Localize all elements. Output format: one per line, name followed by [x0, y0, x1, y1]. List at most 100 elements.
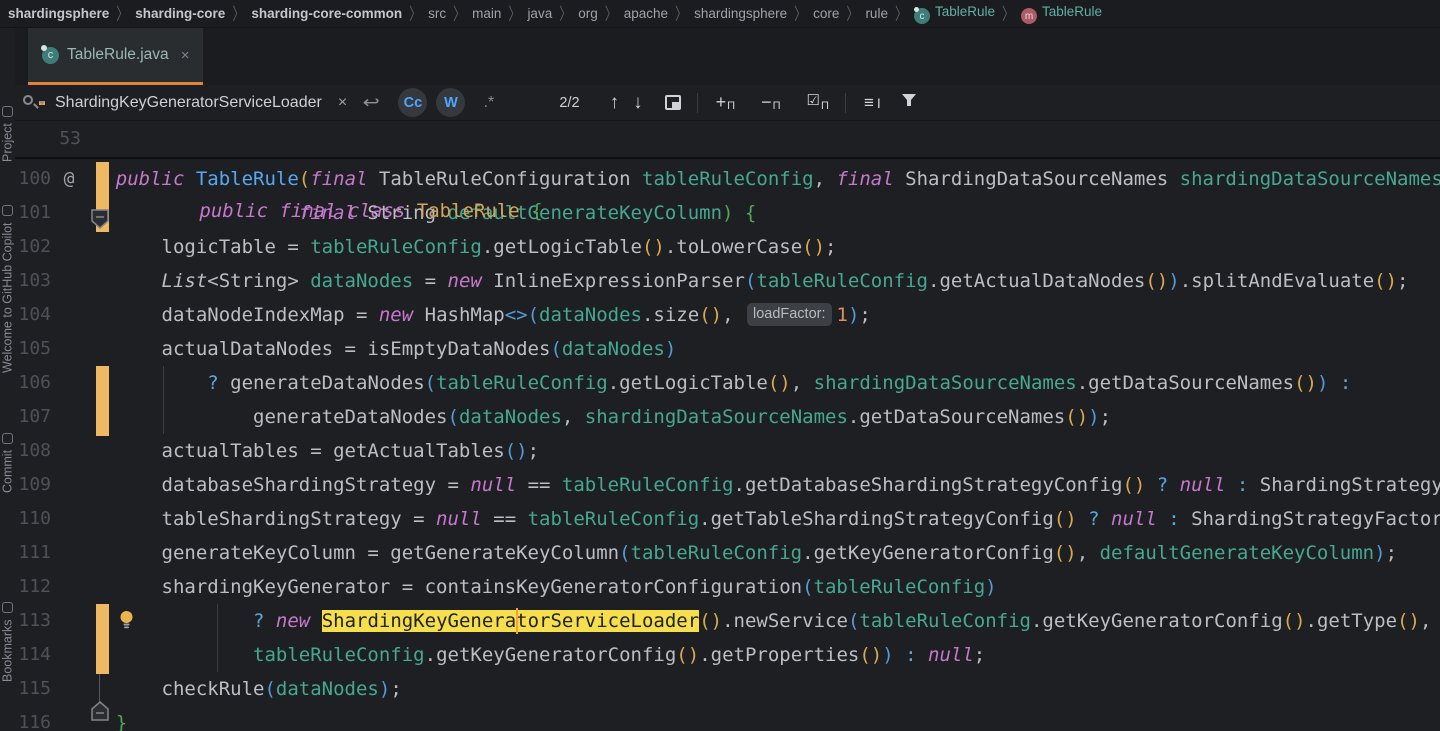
- open-in-find-window-icon[interactable]: [664, 95, 681, 110]
- breadcrumb-item[interactable]: src: [428, 5, 446, 23]
- fold-marker-up[interactable]: [89, 700, 111, 727]
- breadcrumb-item[interactable]: c TableRule: [913, 3, 995, 25]
- code-line-113[interactable]: 113 ? new ShardingKeyGeneratorServiceLoa…: [0, 604, 1440, 638]
- divider: [844, 92, 846, 113]
- breadcrumb-item[interactable]: sharding-core-common: [251, 5, 402, 23]
- regex-toggle[interactable]: .*: [474, 88, 503, 117]
- tool-window-strip: Project Welcome to GitHub Copilot Commit Bo…: [0, 28, 15, 731]
- breadcrumb-item[interactable]: apache: [624, 5, 668, 23]
- close-icon[interactable]: ×: [181, 47, 190, 64]
- tool-window-icon: [2, 205, 13, 217]
- tool-window-icon: [2, 106, 13, 118]
- select-all-occurrences-icon[interactable]: ☑ Π: [807, 93, 829, 112]
- code-line-112[interactable]: 112 shardingKeyGenerator = containsKeyGe…: [0, 570, 1440, 604]
- search-field-options-icon[interactable]: ≡ I: [864, 93, 881, 113]
- code-line-100[interactable]: 100 @ public TableRule(final TableRuleCon…: [0, 162, 1440, 196]
- filter-icon[interactable]: [901, 93, 917, 112]
- clear-search-icon[interactable]: ×: [338, 94, 347, 112]
- code-editor[interactable]: 100 @ public TableRule(final TableRuleCon…: [0, 159, 1440, 731]
- tab-tablerule-java[interactable]: c TableRule.java ×: [28, 28, 204, 85]
- tool-window-button-welcome-to-github-copilot[interactable]: Welcome to GitHub Copilot: [0, 203, 15, 373]
- code-text: tableShardingStrategy = null == tableRul…: [70, 508, 1440, 530]
- breadcrumb-separator: 〉: [1002, 4, 1015, 24]
- match-case-toggle[interactable]: Cc: [398, 88, 428, 117]
- sticky-code-text: public final class TableRule {: [199, 200, 543, 222]
- newline-icon[interactable]: ↩: [363, 93, 380, 113]
- code-line-114[interactable]: 114 tableRuleConfig.getKeyGeneratorConfi…: [0, 638, 1440, 672]
- code-line-109[interactable]: 109 databaseShardingStrategy = null == t…: [0, 468, 1440, 502]
- code-text: checkRule(dataNodes);: [70, 678, 402, 700]
- breadcrumb-item[interactable]: shardingsphere: [694, 5, 787, 23]
- search-input[interactable]: ShardingKeyGeneratorServiceLoader: [55, 94, 322, 112]
- next-occurrence-icon[interactable]: ↓: [633, 92, 643, 114]
- breadcrumb-item[interactable]: java: [527, 5, 552, 23]
- tool-window-button-commit[interactable]: Commit: [0, 398, 15, 493]
- code-line-116[interactable]: 116 }: [0, 706, 1440, 731]
- remove-occurrence-icon[interactable]: − Π: [761, 93, 780, 112]
- intention-lightbulb-icon[interactable]: [118, 610, 135, 634]
- breadcrumb-item[interactable]: sharding-core: [135, 5, 225, 23]
- tool-window-button-structure[interactable]: Structure: [0, 708, 15, 731]
- breadcrumb-separator: 〉: [508, 4, 521, 24]
- breadcrumb-separator: 〉: [409, 4, 422, 24]
- breadcrumb-separator: 〉: [894, 4, 907, 24]
- vcs-change-marker[interactable]: [96, 604, 109, 674]
- code-line-110[interactable]: 110 tableShardingStrategy = null == tabl…: [0, 502, 1440, 536]
- tool-window-icon: [2, 432, 13, 444]
- breadcrumb: shardingsphere 〉 sharding-core 〉 sharding-co…: [0, 0, 1440, 28]
- sticky-header-line[interactable]: 53 public final class TableRule {: [15, 121, 1440, 222]
- code-text: public TableRule(final TableRuleConfigur…: [115, 168, 1440, 190]
- class-icon: c: [41, 44, 59, 64]
- words-toggle[interactable]: W: [436, 88, 466, 117]
- tool-window-icon: [2, 602, 13, 614]
- breadcrumb-item[interactable]: m TableRule: [1021, 3, 1102, 25]
- divider: [696, 92, 698, 113]
- breadcrumb-item[interactable]: core: [813, 5, 839, 23]
- code-text: tableRuleConfig.getKeyGeneratorConfig().…: [253, 644, 986, 666]
- text-caret: [515, 608, 518, 634]
- indent-guide: [163, 366, 164, 434]
- breadcrumb-separator: 〉: [846, 4, 859, 24]
- breadcrumb-separator: 〉: [116, 4, 129, 24]
- fold-guide-line: [99, 672, 100, 702]
- code-text: List<String> dataNodes = new InlineExpre…: [161, 270, 1409, 292]
- code-text: generateKeyColumn = getGenerateKeyColumn…: [70, 542, 1398, 564]
- breadcrumb-item[interactable]: main: [472, 5, 501, 23]
- code-line-105[interactable]: 105 actualDataNodes = isEmptyDataNodes(d…: [0, 332, 1440, 366]
- code-text: ? generateDataNodes(tableRuleConfig.getL…: [207, 372, 1352, 394]
- code-text: generateDataNodes(dataNodes, shardingDat…: [70, 406, 1112, 428]
- tab-title: TableRule.java: [67, 46, 169, 63]
- breadcrumb-item[interactable]: shardingsphere: [8, 5, 109, 23]
- code-text: actualTables = getActualTables();: [70, 440, 540, 462]
- vcs-change-marker[interactable]: [96, 366, 109, 436]
- code-line-107[interactable]: 107 generateDataNodes(dataNodes, shardin…: [0, 400, 1440, 434]
- tool-window-button-bookmarks[interactable]: Bookmarks: [0, 560, 15, 682]
- indent-guide: [217, 604, 218, 672]
- breadcrumb-separator: 〉: [453, 4, 466, 24]
- breadcrumb-separator: 〉: [232, 4, 245, 24]
- breadcrumb-separator: 〉: [559, 4, 572, 24]
- method-icon: m: [1021, 8, 1038, 25]
- code-line-104[interactable]: 104 dataNodeIndexMap = new HashMap<>(dat…: [0, 298, 1440, 332]
- code-text: logicTable = tableRuleConfig.getLogicTab…: [70, 236, 837, 258]
- code-text: databaseShardingStrategy = null == table…: [70, 474, 1440, 496]
- breadcrumb-separator: 〉: [675, 4, 688, 24]
- previous-occurrence-icon[interactable]: ↑: [610, 92, 620, 114]
- code-line-106[interactable]: 106 ? generateDataNodes(tableRuleConfig.…: [0, 366, 1440, 400]
- editor-tab-bar: c TableRule.java ×: [15, 28, 1440, 85]
- breadcrumb-separator: 〉: [604, 4, 617, 24]
- code-line-108[interactable]: 108 actualTables = getActualTables();: [0, 434, 1440, 468]
- code-text: ? new ShardingKeyGeneratorServiceLoader(…: [253, 610, 1432, 632]
- code-line-103[interactable]: 103 List<String> dataNodes = new InlineE…: [0, 264, 1440, 298]
- breadcrumb-item[interactable]: rule: [865, 5, 888, 23]
- code-line-111[interactable]: 111 generateKeyColumn = getGenerateKeyCo…: [0, 536, 1440, 570]
- code-text: shardingKeyGenerator = containsKeyGenera…: [70, 576, 997, 598]
- tool-window-button-project[interactable]: Project: [0, 62, 15, 162]
- class-icon: c: [913, 7, 930, 25]
- add-occurrence-icon[interactable]: + Π: [716, 93, 735, 112]
- breadcrumb-item[interactable]: org: [578, 5, 598, 23]
- code-line-102[interactable]: 102 logicTable = tableRuleConfig.getLogi…: [0, 230, 1440, 264]
- search-match-highlight: ShardingKeyGeneratorServiceLoader: [321, 610, 700, 632]
- code-line-115[interactable]: 115 checkRule(dataNodes);: [0, 672, 1440, 706]
- search-icon[interactable]: [23, 94, 45, 112]
